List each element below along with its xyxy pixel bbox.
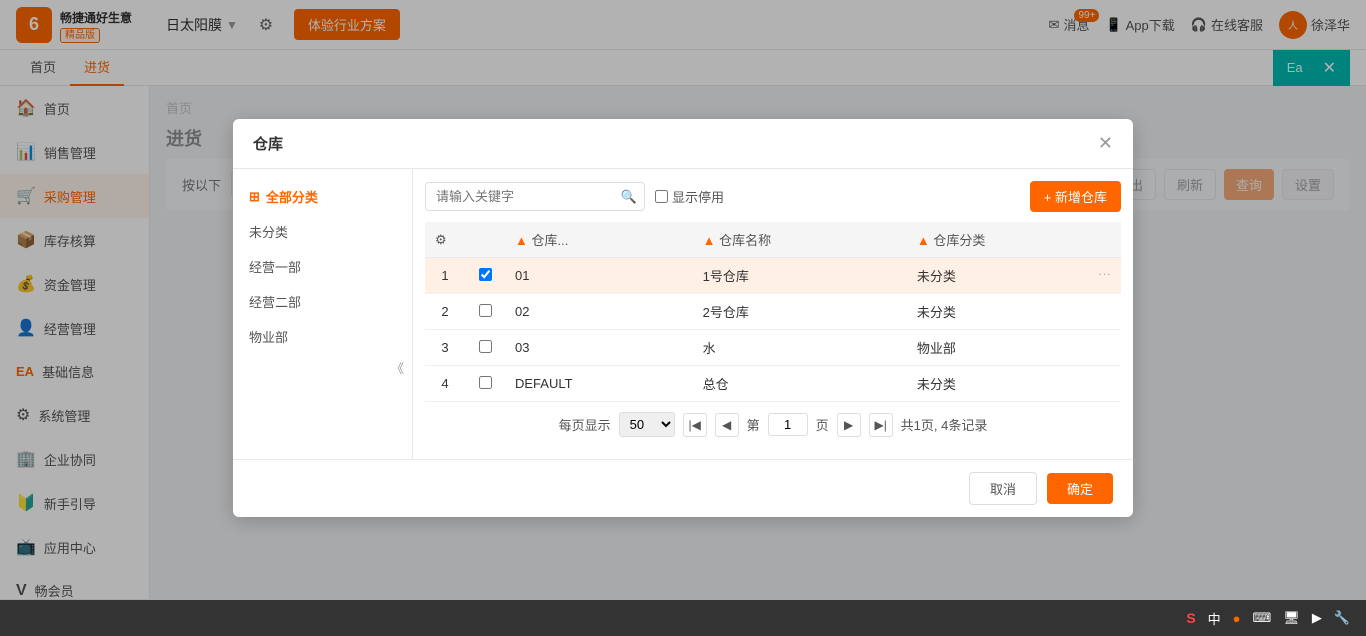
status-logo: S [1186, 610, 1195, 626]
cell-category: 未分类 [907, 366, 1121, 402]
warehouse-table: ⚙ ▲ 仓库... ▲ 仓库名称 [425, 222, 1121, 402]
category-ops2[interactable]: 经营二部 [233, 284, 412, 319]
confirm-button[interactable]: 确定 [1047, 473, 1113, 504]
cell-name: 水 [693, 330, 907, 366]
first-page-button[interactable]: |◀ [683, 413, 707, 437]
play-icon[interactable]: ▶ [1312, 610, 1322, 626]
search-icon[interactable]: 🔍 [621, 189, 637, 205]
category-ops1[interactable]: 经营一部 [233, 249, 412, 284]
search-input-wrap: 🔍 [425, 182, 645, 211]
cell-category: 物业部 [907, 330, 1121, 366]
table-row[interactable]: 3 03 水 物业部 [425, 330, 1121, 366]
keyboard-icon[interactable]: ⌨ [1253, 610, 1272, 626]
category-uncategorized[interactable]: 未分类 [233, 214, 412, 249]
last-page-button[interactable]: ▶| [869, 413, 893, 437]
cell-name: 2号仓库 [693, 294, 907, 330]
tool-icon[interactable]: 🔧 [1334, 610, 1350, 626]
sort-icon-code: ▲ [515, 233, 528, 248]
row-actions-icon[interactable]: ··· [1098, 266, 1111, 281]
sort-icon-category: ▲ [917, 233, 930, 248]
col-header-gear: ⚙ [425, 222, 465, 258]
show-disabled-label[interactable]: 显示停用 [655, 187, 724, 206]
cell-check[interactable] [465, 366, 505, 402]
cell-check[interactable] [465, 330, 505, 366]
warehouse-modal: 仓库 ✕ ⊞ 全部分类 未分类 经营一部 经营二部 [233, 119, 1133, 517]
right-panel: 🔍 显示停用 + 新增仓库 ⚙ [413, 169, 1133, 459]
col-header-code[interactable]: ▲ 仓库... [505, 222, 693, 258]
cell-code: 03 [505, 330, 693, 366]
statusbar: S 中 ● ⌨ 🖥 ▶ 🔧 [0, 600, 1366, 636]
search-input[interactable] [425, 182, 645, 211]
cancel-button[interactable]: 取消 [969, 472, 1037, 505]
cell-code: DEFAULT [505, 366, 693, 402]
table-wrap: ⚙ ▲ 仓库... ▲ 仓库名称 [425, 222, 1121, 402]
status-text-cn: 中 [1208, 609, 1221, 628]
prev-page-button[interactable]: ◀ [715, 413, 739, 437]
page-number-input[interactable] [768, 413, 808, 436]
grid-icon: ⊞ [249, 189, 260, 205]
page-size-select[interactable]: 50 100 [619, 412, 675, 437]
status-dot: ● [1233, 611, 1241, 626]
monitor-icon[interactable]: 🖥 [1283, 610, 1300, 626]
search-bar: 🔍 显示停用 + 新增仓库 [425, 181, 1121, 212]
table-row[interactable]: 2 02 2号仓库 未分类 [425, 294, 1121, 330]
modal-overlay: 仓库 ✕ ⊞ 全部分类 未分类 经营一部 经营二部 [0, 0, 1366, 636]
cell-num: 3 [425, 330, 465, 366]
cell-num: 2 [425, 294, 465, 330]
add-warehouse-button[interactable]: + 新增仓库 [1030, 181, 1121, 212]
cell-num: 1 [425, 258, 465, 294]
modal-body: ⊞ 全部分类 未分类 经营一部 经营二部 物业部 《 [233, 169, 1133, 459]
cell-category: 未分类 [907, 294, 1121, 330]
show-disabled-checkbox[interactable] [655, 190, 668, 203]
category-all[interactable]: ⊞ 全部分类 [233, 179, 412, 214]
cell-code: 02 [505, 294, 693, 330]
chevron-left-icon: 《 [391, 358, 404, 377]
pagination-bar: 每页显示 50 100 |◀ ◀ 第 页 ▶ ▶| 共1页, 4条记录 [425, 402, 1121, 447]
col-header-check [465, 222, 505, 258]
col-header-category[interactable]: ▲ 仓库分类 [907, 222, 1121, 258]
next-page-button[interactable]: ▶ [837, 413, 861, 437]
cell-name: 总仓 [693, 366, 907, 402]
cell-check[interactable] [465, 258, 505, 294]
category-property[interactable]: 物业部 [233, 319, 412, 354]
cell-num: 4 [425, 366, 465, 402]
category-panel: ⊞ 全部分类 未分类 经营一部 经营二部 物业部 《 [233, 169, 413, 459]
cell-name: 1号仓库 [693, 258, 907, 294]
modal-title: 仓库 [253, 133, 283, 154]
col-header-name[interactable]: ▲ 仓库名称 [693, 222, 907, 258]
collapse-panel-button[interactable]: 《 [233, 354, 412, 381]
modal-footer: 取消 确定 [233, 459, 1133, 517]
modal-header: 仓库 ✕ [233, 119, 1133, 169]
cell-category: 未分类··· [907, 258, 1121, 294]
table-row[interactable]: 4 DEFAULT 总仓 未分类 [425, 366, 1121, 402]
sort-icon-name: ▲ [703, 233, 716, 248]
modal-close-button[interactable]: ✕ [1098, 133, 1113, 154]
table-row[interactable]: 1 01 1号仓库 未分类··· [425, 258, 1121, 294]
cell-code: 01 [505, 258, 693, 294]
cell-check[interactable] [465, 294, 505, 330]
